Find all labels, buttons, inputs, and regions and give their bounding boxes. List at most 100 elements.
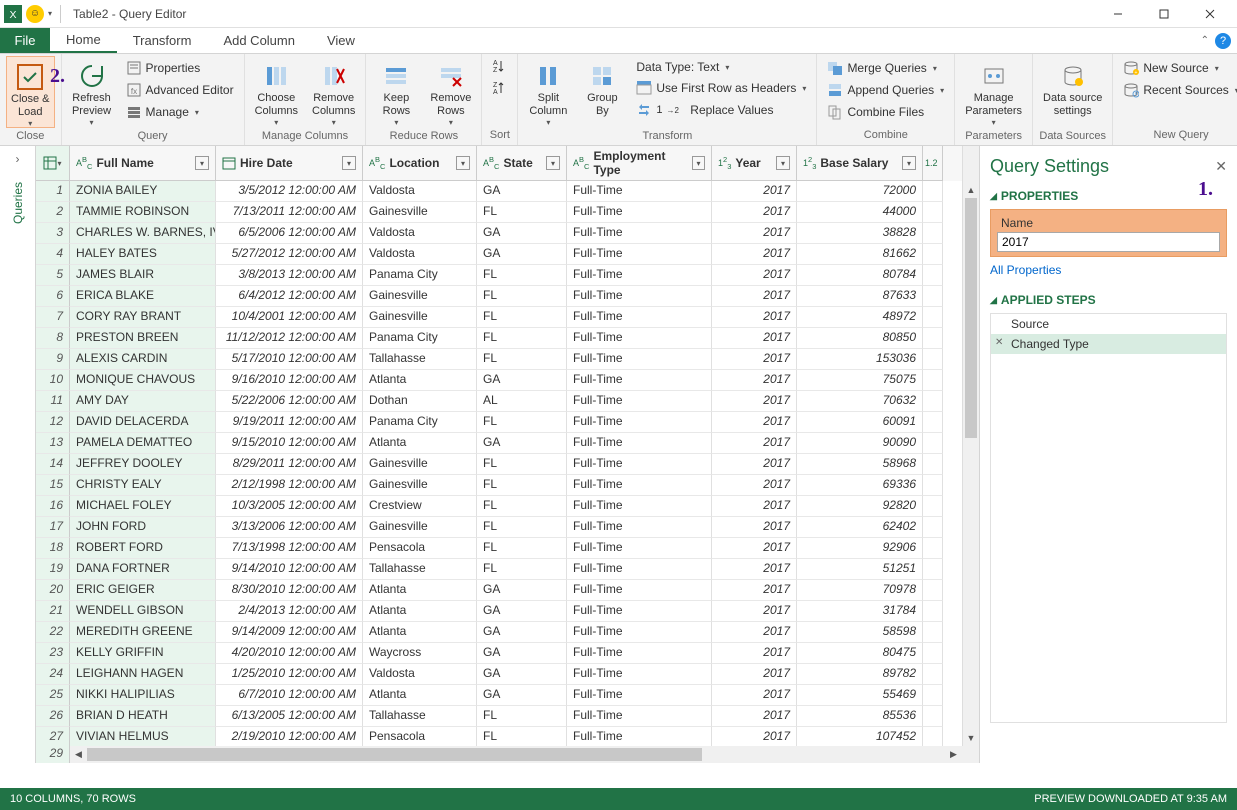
cell-hiredate[interactable]: 7/13/1998 12:00:00 AM bbox=[216, 538, 363, 559]
cell-partial[interactable] bbox=[923, 265, 943, 286]
cell-location[interactable]: Atlanta bbox=[363, 685, 477, 706]
cell-state[interactable]: FL bbox=[477, 496, 567, 517]
cell-partial[interactable] bbox=[923, 328, 943, 349]
cell-year[interactable]: 2017 bbox=[712, 433, 797, 454]
cell-location[interactable]: Atlanta bbox=[363, 580, 477, 601]
maximize-button[interactable] bbox=[1141, 0, 1187, 28]
cell-employment[interactable]: Full-Time bbox=[567, 286, 712, 307]
table-row[interactable]: 3CHARLES W. BARNES, IV6/5/2006 12:00:00 … bbox=[36, 223, 962, 244]
cell-location[interactable]: Crestview bbox=[363, 496, 477, 517]
cell-year[interactable]: 2017 bbox=[712, 538, 797, 559]
table-row[interactable]: 27VIVIAN HELMUS2/19/2010 12:00:00 AMPens… bbox=[36, 727, 962, 746]
cell-fullname[interactable]: WENDELL GIBSON bbox=[70, 601, 216, 622]
cell-fullname[interactable]: DAVID DELACERDA bbox=[70, 412, 216, 433]
col-header-salary[interactable]: 123Base Salary▾ bbox=[797, 146, 923, 181]
cell-year[interactable]: 2017 bbox=[712, 412, 797, 433]
cell-location[interactable]: Valdosta bbox=[363, 664, 477, 685]
cell-employment[interactable]: Full-Time bbox=[567, 622, 712, 643]
replace-values-button[interactable]: 1→2 Replace Values bbox=[632, 100, 810, 120]
cell-year[interactable]: 2017 bbox=[712, 475, 797, 496]
split-column-button[interactable]: Split Column ▾ bbox=[524, 56, 572, 128]
cell-state[interactable]: FL bbox=[477, 328, 567, 349]
cell-hiredate[interactable]: 5/22/2006 12:00:00 AM bbox=[216, 391, 363, 412]
cell-year[interactable]: 2017 bbox=[712, 328, 797, 349]
cell-employment[interactable]: Full-Time bbox=[567, 664, 712, 685]
cell-hiredate[interactable]: 5/17/2010 12:00:00 AM bbox=[216, 349, 363, 370]
cell-employment[interactable]: Full-Time bbox=[567, 370, 712, 391]
cell-state[interactable]: FL bbox=[477, 538, 567, 559]
cell-partial[interactable] bbox=[923, 664, 943, 685]
table-row[interactable]: 17JOHN FORD3/13/2006 12:00:00 AMGainesvi… bbox=[36, 517, 962, 538]
col-header-partial[interactable]: 1.2 bbox=[923, 146, 943, 181]
table-row[interactable]: 23KELLY GRIFFIN4/20/2010 12:00:00 AMWayc… bbox=[36, 643, 962, 664]
cell-salary[interactable]: 90090 bbox=[797, 433, 923, 454]
cell-fullname[interactable]: KELLY GRIFFIN bbox=[70, 643, 216, 664]
cell-partial[interactable] bbox=[923, 727, 943, 746]
cell-hiredate[interactable]: 6/4/2012 12:00:00 AM bbox=[216, 286, 363, 307]
cell-location[interactable]: Tallahasse bbox=[363, 349, 477, 370]
cell-employment[interactable]: Full-Time bbox=[567, 580, 712, 601]
tab-home[interactable]: Home bbox=[50, 28, 117, 53]
cell-year[interactable]: 2017 bbox=[712, 643, 797, 664]
cell-salary[interactable]: 92820 bbox=[797, 496, 923, 517]
cell-salary[interactable]: 87633 bbox=[797, 286, 923, 307]
cell-employment[interactable]: Full-Time bbox=[567, 328, 712, 349]
cell-state[interactable]: FL bbox=[477, 517, 567, 538]
cell-employment[interactable]: Full-Time bbox=[567, 559, 712, 580]
cell-hiredate[interactable]: 9/14/2009 12:00:00 AM bbox=[216, 622, 363, 643]
cell-employment[interactable]: Full-Time bbox=[567, 517, 712, 538]
cell-year[interactable]: 2017 bbox=[712, 265, 797, 286]
cell-year[interactable]: 2017 bbox=[712, 727, 797, 746]
scroll-right-icon[interactable]: ▶ bbox=[945, 749, 962, 760]
tab-transform[interactable]: Transform bbox=[117, 28, 208, 53]
cell-salary[interactable]: 51251 bbox=[797, 559, 923, 580]
cell-location[interactable]: Atlanta bbox=[363, 433, 477, 454]
cell-year[interactable]: 2017 bbox=[712, 559, 797, 580]
cell-location[interactable]: Gainesville bbox=[363, 517, 477, 538]
cell-location[interactable]: Panama City bbox=[363, 265, 477, 286]
tab-file[interactable]: File bbox=[0, 28, 50, 53]
cell-salary[interactable]: 80475 bbox=[797, 643, 923, 664]
cell-partial[interactable] bbox=[923, 391, 943, 412]
cell-state[interactable]: GA bbox=[477, 664, 567, 685]
cell-location[interactable]: Pensacola bbox=[363, 727, 477, 746]
keep-rows-button[interactable]: Keep Rows ▾ bbox=[372, 56, 420, 128]
cell-partial[interactable] bbox=[923, 412, 943, 433]
table-row[interactable]: 21WENDELL GIBSON2/4/2013 12:00:00 AMAtla… bbox=[36, 601, 962, 622]
filter-icon[interactable]: ▾ bbox=[342, 156, 356, 170]
choose-columns-button[interactable]: Choose Columns ▾ bbox=[251, 56, 302, 128]
cell-salary[interactable]: 44000 bbox=[797, 202, 923, 223]
cell-salary[interactable]: 31784 bbox=[797, 601, 923, 622]
recent-sources-button[interactable]: Recent Sources▾ bbox=[1119, 80, 1237, 100]
cell-state[interactable]: GA bbox=[477, 601, 567, 622]
cell-year[interactable]: 2017 bbox=[712, 370, 797, 391]
cell-salary[interactable]: 60091 bbox=[797, 412, 923, 433]
cell-partial[interactable] bbox=[923, 433, 943, 454]
cell-state[interactable]: GA bbox=[477, 622, 567, 643]
cell-fullname[interactable]: CHRISTY EALY bbox=[70, 475, 216, 496]
col-header-employment[interactable]: ABCEmployment Type▾ bbox=[567, 146, 712, 181]
cell-year[interactable]: 2017 bbox=[712, 706, 797, 727]
cell-year[interactable]: 2017 bbox=[712, 664, 797, 685]
cell-year[interactable]: 2017 bbox=[712, 496, 797, 517]
cell-partial[interactable] bbox=[923, 454, 943, 475]
smiley-icon[interactable]: ☺ bbox=[26, 5, 44, 23]
table-row[interactable]: 13PAMELA DEMATTEO9/15/2010 12:00:00 AMAt… bbox=[36, 433, 962, 454]
cell-state[interactable]: FL bbox=[477, 265, 567, 286]
table-row[interactable]: 7CORY RAY BRANT10/4/2001 12:00:00 AMGain… bbox=[36, 307, 962, 328]
cell-fullname[interactable]: ERICA BLAKE bbox=[70, 286, 216, 307]
cell-employment[interactable]: Full-Time bbox=[567, 601, 712, 622]
cell-hiredate[interactable]: 9/16/2010 12:00:00 AM bbox=[216, 370, 363, 391]
cell-state[interactable]: FL bbox=[477, 454, 567, 475]
merge-queries-button[interactable]: Merge Queries▾ bbox=[823, 58, 948, 78]
table-row[interactable]: 19DANA FORTNER9/14/2010 12:00:00 AMTalla… bbox=[36, 559, 962, 580]
cell-year[interactable]: 2017 bbox=[712, 622, 797, 643]
cell-salary[interactable]: 70632 bbox=[797, 391, 923, 412]
vertical-scrollbar[interactable]: ▲ ▼ bbox=[962, 181, 979, 746]
cell-hiredate[interactable]: 6/7/2010 12:00:00 AM bbox=[216, 685, 363, 706]
cell-fullname[interactable]: ZONIA BAILEY bbox=[70, 181, 216, 202]
cell-hiredate[interactable]: 10/4/2001 12:00:00 AM bbox=[216, 307, 363, 328]
cell-state[interactable]: GA bbox=[477, 244, 567, 265]
cell-fullname[interactable]: MONIQUE CHAVOUS bbox=[70, 370, 216, 391]
table-row[interactable]: 20ERIC GEIGER8/30/2010 12:00:00 AMAtlant… bbox=[36, 580, 962, 601]
